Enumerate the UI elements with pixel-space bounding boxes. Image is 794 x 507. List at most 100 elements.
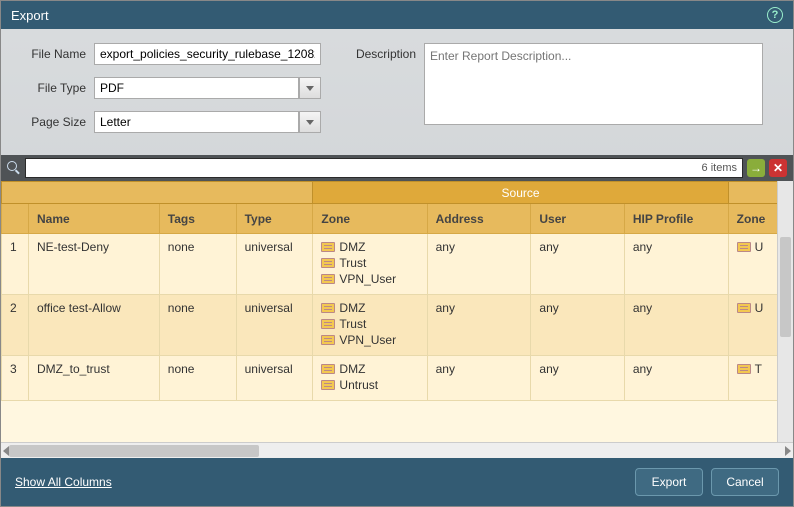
file-type-dropdown-button[interactable]	[299, 77, 321, 99]
filter-input[interactable]	[25, 158, 743, 178]
export-dialog: Export ? File Name File Type Page Size	[0, 0, 794, 507]
col-zone[interactable]: Zone	[313, 204, 427, 234]
table-row[interactable]: 2office test-Allownoneuniversal DMZ Trust V…	[2, 295, 791, 356]
cell-type: universal	[236, 234, 313, 295]
page-size-value[interactable]	[94, 111, 299, 133]
form-area: File Name File Type Page Size	[1, 29, 793, 155]
page-size-combo[interactable]	[94, 111, 321, 133]
zone-icon	[737, 364, 751, 374]
zone-item: Trust	[321, 256, 418, 270]
cell-num: 2	[2, 295, 29, 356]
cell-zone: DMZ Trust VPN_User	[313, 234, 427, 295]
zone-icon	[321, 303, 335, 313]
zone-icon	[321, 274, 335, 284]
chevron-down-icon	[306, 120, 314, 125]
zone-label: DMZ	[339, 362, 365, 376]
col-hip[interactable]: HIP Profile	[624, 204, 728, 234]
clear-filter-button[interactable]: ✕	[769, 159, 787, 177]
horizontal-scrollbar[interactable]	[1, 442, 793, 458]
cell-num: 3	[2, 356, 29, 401]
file-name-label: File Name	[11, 47, 86, 61]
zone-icon	[321, 258, 335, 268]
zone-item: U	[737, 240, 782, 254]
cell-name: DMZ_to_trust	[28, 356, 159, 401]
form-right: Description	[341, 43, 763, 145]
file-name-input[interactable]	[94, 43, 321, 65]
dialog-title: Export	[11, 8, 49, 23]
chevron-down-icon	[306, 86, 314, 91]
col-type[interactable]: Type	[236, 204, 313, 234]
cell-tags: none	[159, 234, 236, 295]
col-address[interactable]: Address	[427, 204, 531, 234]
scroll-right-icon[interactable]	[785, 446, 791, 456]
file-type-label: File Type	[11, 81, 86, 95]
cell-type: universal	[236, 295, 313, 356]
footer: Show All Columns Export Cancel	[1, 458, 793, 506]
cell-user: any	[531, 234, 624, 295]
header-group-blank	[2, 182, 313, 204]
table-row[interactable]: 3DMZ_to_trustnoneuniversal DMZ Untrust anya…	[2, 356, 791, 401]
zone-icon	[737, 242, 751, 252]
help-icon[interactable]: ?	[767, 7, 783, 23]
col-tags[interactable]: Tags	[159, 204, 236, 234]
col-name[interactable]: Name	[28, 204, 159, 234]
export-button[interactable]: Export	[635, 468, 703, 496]
vertical-scrollbar[interactable]	[777, 181, 793, 442]
zone-item: VPN_User	[321, 333, 418, 347]
zone-label: Trust	[339, 256, 366, 270]
header-group-source: Source	[313, 182, 728, 204]
horizontal-scroll-thumb[interactable]	[9, 445, 259, 457]
zone-item: DMZ	[321, 301, 418, 315]
filter-bar: → ✕	[1, 155, 793, 181]
cell-user: any	[531, 295, 624, 356]
description-label: Description	[341, 43, 416, 125]
zone-item: Trust	[321, 317, 418, 331]
cell-zone: DMZ Trust VPN_User	[313, 295, 427, 356]
table-wrap[interactable]: Source Name Tags Type Zone Address User …	[1, 181, 793, 442]
zone-label: U	[755, 240, 764, 254]
page-size-dropdown-button[interactable]	[299, 111, 321, 133]
zone-item: U	[737, 301, 782, 315]
zone-label: VPN_User	[339, 333, 396, 347]
cell-name: office test-Allow	[28, 295, 159, 356]
cell-hip: any	[624, 234, 728, 295]
titlebar: Export ?	[1, 1, 793, 29]
col-num[interactable]	[2, 204, 29, 234]
zone-icon	[321, 335, 335, 345]
show-all-columns-link[interactable]: Show All Columns	[15, 475, 112, 489]
cell-address: any	[427, 295, 531, 356]
zone-icon	[321, 319, 335, 329]
cancel-button[interactable]: Cancel	[711, 468, 779, 496]
zone-label: DMZ	[339, 301, 365, 315]
cell-user: any	[531, 356, 624, 401]
zone-icon	[321, 242, 335, 252]
zone-icon	[737, 303, 751, 313]
zone-label: T	[755, 362, 762, 376]
file-type-combo[interactable]	[94, 77, 321, 99]
zone-item: DMZ	[321, 240, 418, 254]
cell-tags: none	[159, 356, 236, 401]
zone-label: U	[755, 301, 764, 315]
zone-item: T	[737, 362, 782, 376]
zone-icon	[321, 380, 335, 390]
cell-hip: any	[624, 295, 728, 356]
form-left: File Name File Type Page Size	[11, 43, 321, 145]
apply-filter-button[interactable]: →	[747, 159, 765, 177]
description-textarea[interactable]	[424, 43, 763, 125]
zone-item: VPN_User	[321, 272, 418, 286]
zone-label: Untrust	[339, 378, 378, 392]
table-row[interactable]: 1NE-test-DenynoneuniversalDMZTrustVPN_Us…	[2, 234, 791, 295]
zone-item: DMZ	[321, 362, 418, 376]
cell-zone: DMZ Untrust	[313, 356, 427, 401]
search-icon	[7, 161, 21, 175]
cell-tags: none	[159, 295, 236, 356]
cell-num: 1	[2, 234, 29, 295]
col-user[interactable]: User	[531, 204, 624, 234]
cell-type: universal	[236, 356, 313, 401]
zone-item: Untrust	[321, 378, 418, 392]
rules-table: Source Name Tags Type Zone Address User …	[1, 181, 791, 401]
vertical-scroll-thumb[interactable]	[780, 237, 791, 337]
page-size-label: Page Size	[11, 115, 86, 129]
file-type-value[interactable]	[94, 77, 299, 99]
cell-address: any	[427, 356, 531, 401]
